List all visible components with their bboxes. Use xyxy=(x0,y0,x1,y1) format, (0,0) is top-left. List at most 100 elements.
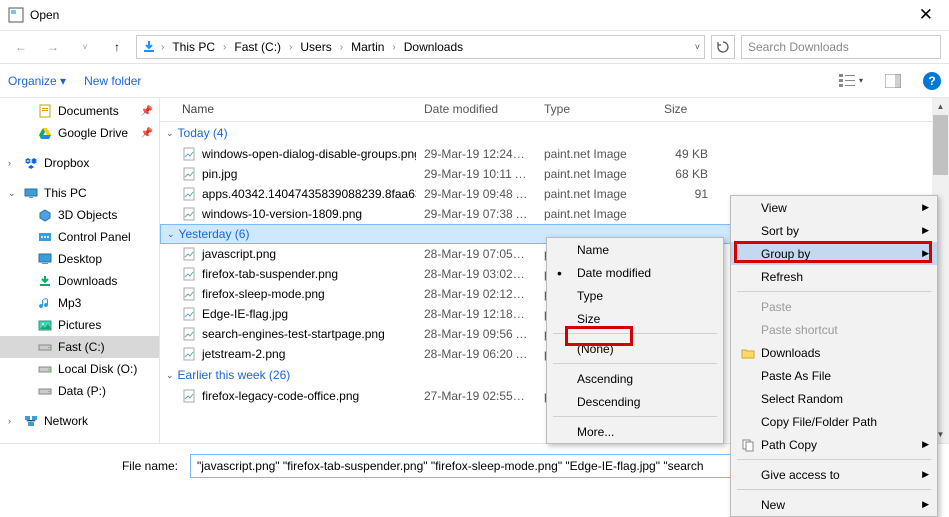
menu-item[interactable]: Size xyxy=(547,307,723,330)
menu-item[interactable]: Name xyxy=(547,238,723,261)
col-name[interactable]: Name xyxy=(160,98,416,121)
expand-icon[interactable]: ⌄ xyxy=(8,188,16,199)
menu-label: Type xyxy=(577,289,603,303)
sidebar-item[interactable]: ›Network xyxy=(0,410,159,432)
file-name: apps.40342.14047435839088239.8faa635f-..… xyxy=(202,187,416,201)
bc-item[interactable]: Users xyxy=(296,40,335,54)
menu-label: Ascending xyxy=(577,372,633,386)
file-row[interactable]: windows-open-dialog-disable-groups.png29… xyxy=(160,144,932,164)
sidebar-item[interactable]: Data (P:) xyxy=(0,380,159,402)
preview-pane-button[interactable] xyxy=(881,69,905,93)
file-row[interactable]: pin.jpg 29-Mar-19 10:11 A...paint.net Ima… xyxy=(160,164,932,184)
search-placeholder: Search Downloads xyxy=(748,40,849,54)
bc-item[interactable]: Martin xyxy=(347,40,388,54)
submenu-arrow-icon: ▶ xyxy=(922,439,929,450)
sidebar-item[interactable]: Documents📌 xyxy=(0,100,159,122)
sidebar-item[interactable]: Pictures xyxy=(0,314,159,336)
pin-icon: 📌 xyxy=(141,128,153,139)
menu-item[interactable]: Copy File/Folder Path xyxy=(731,410,937,433)
sidebar-item[interactable]: Google Drive 📌 xyxy=(0,122,159,144)
breadcrumb-dropdown[interactable]: ˅ xyxy=(695,42,700,52)
file-type: paint.net Image xyxy=(536,207,656,221)
menu-item[interactable]: Path Copy▶ xyxy=(731,433,937,456)
newfolder-button[interactable]: New folder xyxy=(84,74,141,88)
menu-item[interactable]: Select Random xyxy=(731,387,937,410)
sidebar-item[interactable]: Fast (C:) xyxy=(0,336,159,358)
menu-item[interactable]: View▶ xyxy=(731,196,937,219)
help-button[interactable]: ? xyxy=(923,72,941,90)
up-button[interactable]: ↑ xyxy=(104,34,130,60)
3d-icon xyxy=(38,208,52,222)
search-input[interactable]: Search Downloads xyxy=(741,35,941,59)
sidebar-item[interactable]: 3D Objects xyxy=(0,204,159,226)
breadcrumb[interactable]: › This PC› Fast (C:)› Users› Martin› Dow… xyxy=(136,35,705,59)
file-date: 29-Mar-19 12:24 PM xyxy=(416,147,536,161)
download-icon xyxy=(141,39,157,55)
file-date: 28-Mar-19 02:12 P... xyxy=(416,287,536,301)
file-date: 28-Mar-19 06:20 A... xyxy=(416,347,536,361)
menu-item[interactable]: Sort by▶ xyxy=(731,219,937,242)
close-button[interactable]: ✕ xyxy=(911,5,941,25)
sidebar-item[interactable]: Control Panel xyxy=(0,226,159,248)
chevron-down-icon: ⌄ xyxy=(167,229,175,240)
bc-item[interactable]: This PC xyxy=(168,40,219,54)
group-header[interactable]: ⌄Today (4) xyxy=(160,122,932,144)
file-type: paint.net Image xyxy=(536,167,656,181)
menu-item[interactable]: Paste As File xyxy=(731,364,937,387)
menu-label: (None) xyxy=(577,342,614,356)
scroll-up[interactable]: ▲ xyxy=(932,98,949,115)
bc-item[interactable]: Downloads xyxy=(400,40,467,54)
recent-dropdown[interactable]: ˅ xyxy=(72,34,98,60)
menu-item[interactable]: New▶ xyxy=(731,493,937,516)
file-name: pin.jpg xyxy=(202,167,237,181)
scroll-thumb[interactable] xyxy=(933,115,948,175)
sidebar-item[interactable]: Desktop xyxy=(0,248,159,270)
refresh-button[interactable] xyxy=(711,35,735,59)
gdrive-icon xyxy=(38,126,52,140)
sidebar-item[interactable]: Local Disk (O:) xyxy=(0,358,159,380)
forward-button[interactable]: → xyxy=(40,34,66,60)
sidebar-item[interactable]: Mp3 xyxy=(0,292,159,314)
menu-item[interactable]: Refresh xyxy=(731,265,937,288)
menu-item[interactable]: Type xyxy=(547,284,723,307)
menu-label: Name xyxy=(577,243,609,257)
menu-label: Copy File/Folder Path xyxy=(761,415,877,429)
bullet-icon: • xyxy=(557,265,562,281)
back-button[interactable]: ← xyxy=(8,34,34,60)
file-date: 29-Mar-19 07:38 A... xyxy=(416,207,536,221)
menu-item[interactable]: Downloads xyxy=(731,341,937,364)
downloads-icon xyxy=(38,274,52,288)
bc-item[interactable]: Fast (C:) xyxy=(230,40,285,54)
menu-item[interactable]: Group by▶ xyxy=(731,242,937,265)
file-name: Edge-IE-flag.jpg xyxy=(202,307,288,321)
submenu-arrow-icon: ▶ xyxy=(922,202,929,213)
col-date[interactable]: Date modified xyxy=(416,98,536,121)
expand-icon[interactable]: › xyxy=(8,158,11,168)
sidebar-item[interactable]: ⌄This PC xyxy=(0,182,159,204)
sidebar-item[interactable]: Downloads xyxy=(0,270,159,292)
view-mode-button[interactable]: ▾ xyxy=(839,69,863,93)
menu-item[interactable]: Ascending xyxy=(547,367,723,390)
menu-item[interactable]: More... xyxy=(547,420,723,443)
file-icon xyxy=(182,147,196,161)
col-size[interactable]: Size xyxy=(656,98,716,121)
doc-icon xyxy=(38,104,52,118)
menu-item[interactable]: •Date modified xyxy=(547,261,723,284)
menu-item: Paste xyxy=(731,295,937,318)
menu-item[interactable]: Descending xyxy=(547,390,723,413)
submenu-arrow-icon: ▶ xyxy=(922,499,929,510)
file-date: 28-Mar-19 12:18 P... xyxy=(416,307,536,321)
menu-item[interactable]: (None) xyxy=(547,337,723,360)
sidebar-item[interactable]: ›Dropbox xyxy=(0,152,159,174)
menu-label: Select Random xyxy=(761,392,843,406)
submenu-arrow-icon: ▶ xyxy=(922,225,929,236)
expand-icon[interactable]: › xyxy=(8,416,11,426)
sidebar-label: Data (P:) xyxy=(58,384,106,398)
file-date: 29-Mar-19 10:11 A... xyxy=(416,167,536,181)
organize-button[interactable]: Organize ▾ xyxy=(8,74,66,88)
menu-item[interactable]: Give access to▶ xyxy=(731,463,937,486)
sidebar-label: Google Drive xyxy=(58,126,128,140)
file-name: jetstream-2.png xyxy=(202,347,285,361)
menu-label: Paste As File xyxy=(761,369,831,383)
col-type[interactable]: Type xyxy=(536,98,656,121)
